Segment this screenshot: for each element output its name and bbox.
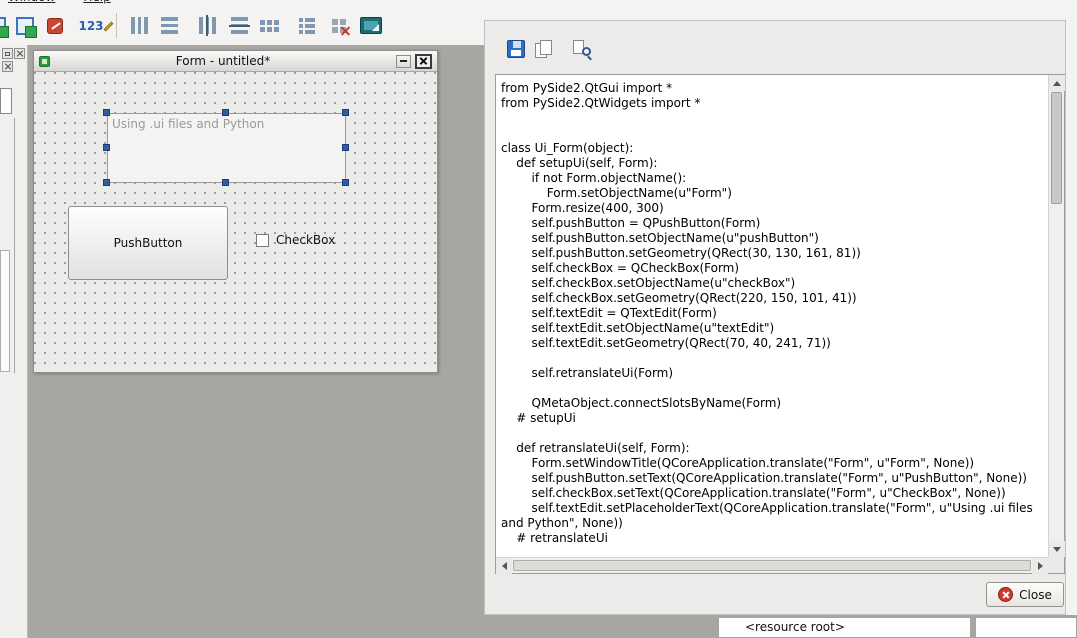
- scrollbar-corner: [1048, 557, 1064, 573]
- resize-handle-top-middle[interactable]: [222, 109, 229, 116]
- resize-handle-middle-right[interactable]: [342, 144, 349, 151]
- minimize-button[interactable]: [396, 55, 411, 68]
- pushbutton-label: PushButton: [114, 236, 183, 250]
- close-button-label: Close: [1019, 588, 1052, 602]
- layout-grid-icon[interactable]: [256, 12, 282, 39]
- menu-help[interactable]: Help: [83, 0, 110, 4]
- scroll-right-icon[interactable]: [1032, 558, 1048, 574]
- layout-splitter-horizontal-icon[interactable]: [226, 12, 252, 39]
- code-preview-dialog: from PySide2.QtGui import * from PySide2…: [484, 20, 1066, 615]
- form-canvas[interactable]: Using .ui files and Python PushButton Ch…: [34, 72, 437, 372]
- layout-horizontal-icon[interactable]: [156, 12, 182, 39]
- pushbutton-widget[interactable]: PushButton: [68, 206, 228, 280]
- python-code-text: from PySide2.QtGui import * from PySide2…: [496, 75, 1047, 556]
- form-editor-window: Form - untitled* Using .ui files and Pyt…: [33, 50, 438, 373]
- resize-handle-top-left[interactable]: [103, 109, 110, 116]
- checkbox-label: CheckBox: [276, 233, 335, 247]
- resize-handle-bottom-right[interactable]: [342, 179, 349, 186]
- qt-designer-app: Window Help 123: [0, 0, 1077, 638]
- textedit-placeholder: Using .ui files and Python: [112, 117, 264, 131]
- scroll-up-icon[interactable]: [1049, 75, 1065, 91]
- scroll-down-icon[interactable]: [1049, 541, 1065, 557]
- minimize-icon: [400, 60, 407, 62]
- edit-tab-order-icon[interactable]: 123: [74, 12, 108, 39]
- left-dock-panel: [0, 45, 28, 638]
- vertical-scroll-thumb[interactable]: [1051, 92, 1062, 204]
- layout-form-icon[interactable]: [294, 12, 320, 39]
- find-button[interactable]: [569, 37, 593, 61]
- pencil-icon: [103, 21, 113, 31]
- dock-list-edge: [0, 250, 10, 372]
- checkbox-widget[interactable]: CheckBox: [256, 233, 335, 247]
- resource-side-panel: [975, 617, 1077, 638]
- layout-vertical-icon[interactable]: [126, 12, 152, 39]
- save-button[interactable]: [504, 37, 528, 61]
- resource-tree[interactable]: <resource root>: [718, 617, 971, 638]
- dock-divider: [14, 118, 15, 373]
- resize-handle-bottom-middle[interactable]: [222, 179, 229, 186]
- resize-handle-bottom-left[interactable]: [103, 179, 110, 186]
- layout-splitter-vertical-icon[interactable]: [194, 12, 220, 39]
- copy-button[interactable]: [532, 37, 556, 61]
- scroll-left-icon[interactable]: [496, 558, 512, 574]
- break-layout-icon[interactable]: [326, 12, 352, 39]
- toolbar-separator: [116, 13, 117, 38]
- resize-handle-middle-left[interactable]: [103, 144, 110, 151]
- dock-close-icon[interactable]: [2, 61, 13, 72]
- main-toolbar: 123: [0, 6, 484, 45]
- edit-signals-slots-icon[interactable]: [42, 12, 68, 39]
- form-window-icon: [39, 56, 50, 67]
- horizontal-scrollbar[interactable]: [496, 557, 1048, 573]
- tab-order-digits: 123: [78, 19, 103, 33]
- copy-icon: [535, 40, 553, 58]
- horizontal-scroll-thumb[interactable]: [513, 560, 1031, 571]
- resize-handle-top-right[interactable]: [342, 109, 349, 116]
- dock-filter-input[interactable]: [0, 88, 12, 114]
- form-window-title: Form - untitled*: [54, 54, 392, 68]
- dock-float-icon[interactable]: [2, 48, 13, 59]
- menu-window[interactable]: Window: [8, 0, 55, 4]
- close-red-icon: [998, 587, 1013, 602]
- edit-buddies-icon[interactable]: [12, 12, 38, 39]
- resource-root-item[interactable]: <resource root>: [719, 618, 970, 637]
- dock-close-icon[interactable]: [14, 48, 25, 59]
- adjust-size-icon[interactable]: [358, 12, 384, 39]
- edit-widgets-icon[interactable]: [0, 12, 10, 39]
- checkbox-indicator: [256, 234, 269, 247]
- find-icon: [572, 40, 591, 59]
- close-button[interactable]: [415, 54, 432, 69]
- save-icon: [507, 40, 525, 58]
- code-viewer[interactable]: from PySide2.QtGui import * from PySide2…: [495, 74, 1065, 574]
- close-dialog-button[interactable]: Close: [986, 582, 1064, 607]
- form-window-titlebar[interactable]: Form - untitled*: [34, 51, 437, 72]
- close-icon: [420, 58, 427, 65]
- vertical-scrollbar[interactable]: [1048, 75, 1064, 557]
- textedit-widget[interactable]: Using .ui files and Python: [107, 113, 346, 183]
